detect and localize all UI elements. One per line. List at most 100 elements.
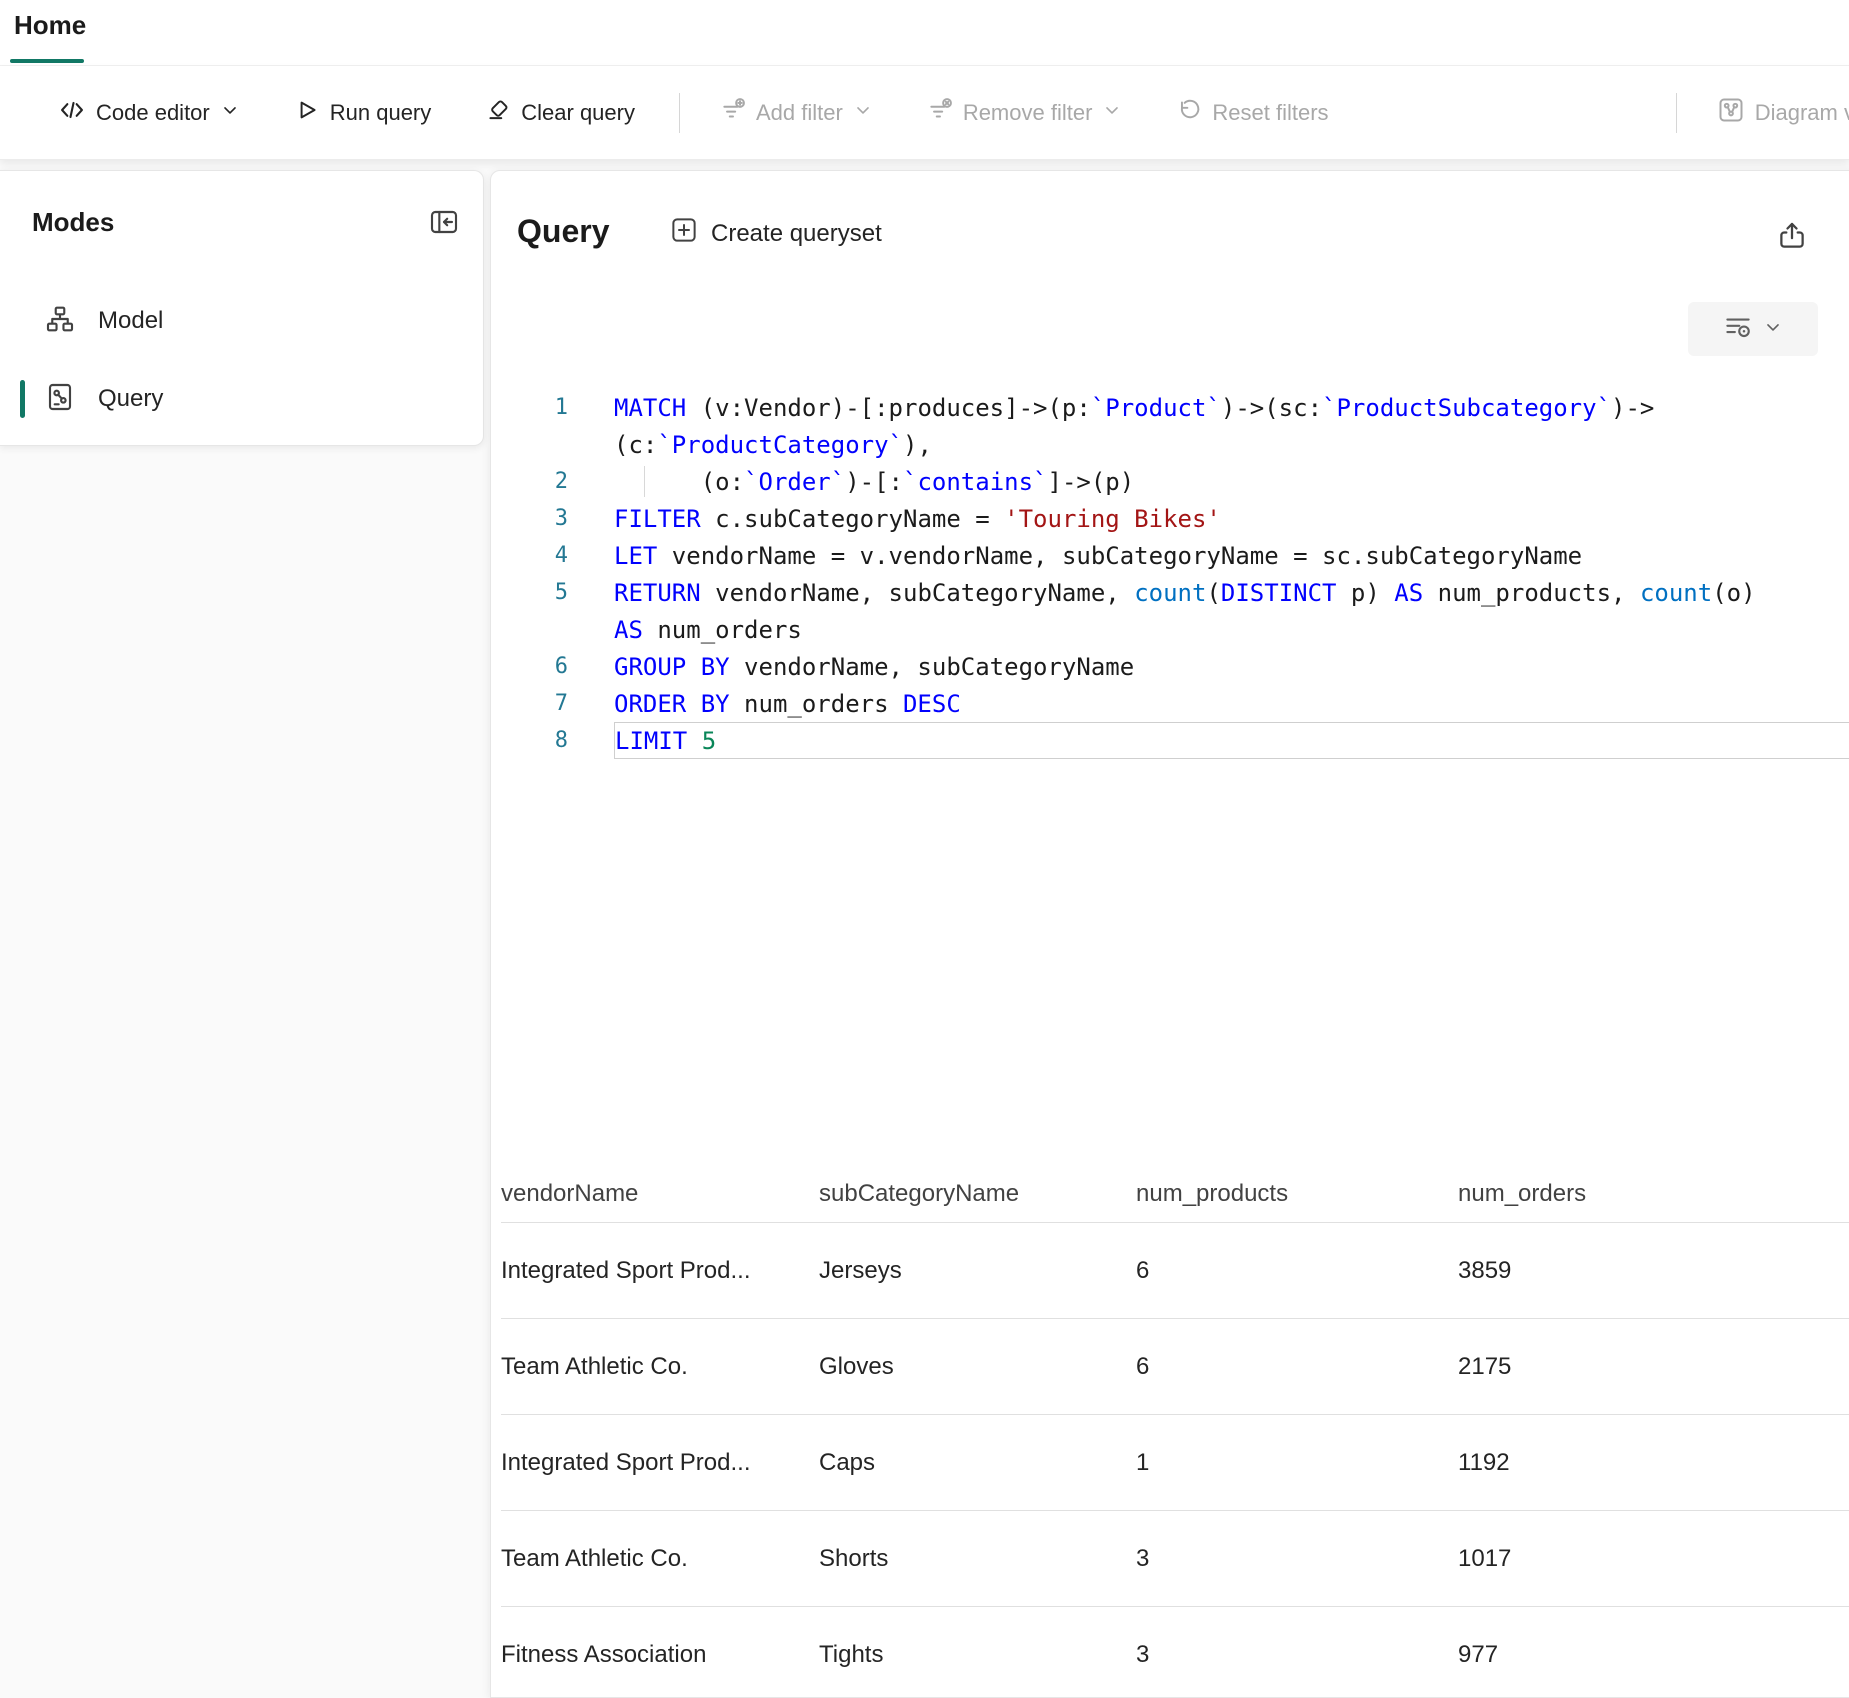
modes-panel-title: Modes (32, 207, 114, 238)
code-token: (v:Vendor)-[:produces]->(p: (686, 394, 1091, 422)
filter-settings-button[interactable] (1688, 302, 1818, 356)
table-row[interactable]: Team Athletic Co.Gloves62175 (501, 1319, 1849, 1415)
code-text[interactable]: LET vendorName = v.vendorName, subCatego… (614, 537, 1849, 574)
code-token: 'Touring Bikes' (1004, 505, 1221, 533)
chevron-down-icon (1102, 100, 1122, 126)
run-query-button[interactable]: Run query (278, 85, 448, 141)
code-icon (58, 96, 86, 130)
code-line[interactable]: 7ORDER BY num_orders DESC (491, 685, 1849, 722)
diagram-view-button[interactable]: Diagram view (1701, 84, 1849, 142)
indent-guide (644, 466, 645, 497)
reset-icon (1176, 97, 1202, 129)
code-line[interactable]: 6GROUP BY vendorName, subCategoryName (491, 648, 1849, 685)
code-token: MATCH (614, 394, 686, 422)
reset-filters-button[interactable]: Reset filters (1160, 85, 1344, 141)
table-cell: Fitness Association (501, 1641, 819, 1669)
table-row[interactable]: Integrated Sport Prod...Caps11192 (501, 1415, 1849, 1511)
line-number: 8 (491, 728, 614, 753)
table-row[interactable]: Integrated Sport Prod...Jerseys63859 (501, 1223, 1849, 1319)
code-line[interactable]: 1MATCH (v:Vendor)-[:produces]->(p:`Produ… (491, 389, 1849, 426)
table-cell: 2175 (1458, 1353, 1849, 1381)
code-text[interactable]: GROUP BY vendorName, subCategoryName (614, 648, 1849, 685)
line-number: 3 (491, 506, 614, 531)
code-text[interactable]: MATCH (v:Vendor)-[:produces]->(p: `Produc… (614, 389, 1849, 426)
sidebar-item-label: Model (98, 307, 163, 335)
code-token: num_orders (643, 616, 802, 644)
table-header-row: vendorNamesubCategoryNamenum_productsnum… (501, 1166, 1849, 1223)
chevron-down-icon (853, 100, 873, 126)
code-token: `ProductSubcategory` (1322, 394, 1611, 422)
toolbar-divider (679, 93, 680, 133)
table-row[interactable]: Team Athletic Co.Shorts31017 (501, 1511, 1849, 1607)
table-cell: Gloves (819, 1353, 1136, 1381)
code-text[interactable]: (c:`ProductCategory`), (614, 426, 1849, 463)
column-header: num_products (1136, 1180, 1458, 1208)
table-cell: Caps (819, 1449, 1136, 1477)
pop-out-icon[interactable] (1773, 217, 1811, 255)
code-token: vendorName, subCategoryName, (701, 579, 1134, 607)
table-row[interactable]: Fitness AssociationTights3977 (501, 1607, 1849, 1698)
create-queryset-button[interactable]: Create queryset (669, 215, 882, 252)
code-token: )-[: (845, 468, 903, 496)
collapse-pane-icon[interactable] (427, 205, 461, 239)
line-number: 4 (491, 543, 614, 568)
sidebar-item-model[interactable]: Model (0, 291, 475, 351)
code-editor[interactable]: 1MATCH (v:Vendor)-[:produces]->(p:`Produ… (491, 389, 1849, 759)
sidebar-item-query[interactable]: Query (0, 369, 475, 429)
table-cell: Jerseys (819, 1257, 1136, 1285)
code-line[interactable]: 3FILTER c.subCategoryName = 'Touring Bik… (491, 500, 1849, 537)
code-token: count (1134, 579, 1206, 607)
table-cell: 3 (1136, 1545, 1458, 1573)
code-line[interactable]: (c:`ProductCategory`), (491, 426, 1849, 463)
code-token: )->(sc: (1221, 394, 1322, 422)
selection-indicator (20, 380, 25, 418)
code-editor-button[interactable]: Code editor (42, 84, 256, 142)
code-token: ORDER BY (614, 690, 730, 718)
code-token: (c: (614, 431, 657, 459)
table-cell: Integrated Sport Prod... (501, 1257, 819, 1285)
code-line[interactable]: AS num_orders (491, 611, 1849, 648)
code-text[interactable]: ORDER BY num_orders DESC (614, 685, 1849, 722)
code-text[interactable]: AS num_orders (614, 611, 1849, 648)
code-token: AS (614, 616, 643, 644)
tab-home[interactable]: Home (14, 10, 86, 41)
eraser-icon (485, 97, 511, 129)
code-text[interactable]: LIMIT 5 (614, 722, 1849, 759)
ribbon-toolbar: Code editor Run query Clear query (0, 66, 1849, 160)
code-token: DESC (903, 690, 961, 718)
code-text[interactable]: FILTER c.subCategoryName = 'Touring Bike… (614, 500, 1849, 537)
code-text[interactable]: (o:`Order`)-[:`contains`]->(p) (614, 463, 1849, 500)
query-icon (0, 381, 76, 418)
code-token: )-> (1611, 394, 1654, 422)
code-token: ( (1206, 579, 1220, 607)
code-line[interactable]: 8LIMIT 5 (491, 722, 1849, 759)
code-token: vendorName, subCategoryName (730, 653, 1135, 681)
table-cell: 1192 (1458, 1449, 1849, 1477)
code-line[interactable]: 2 (o:`Order`)-[:`contains`]->(p) (491, 463, 1849, 500)
add-square-icon (669, 215, 699, 252)
clear-query-button[interactable]: Clear query (469, 85, 651, 141)
chevron-down-icon (1763, 317, 1783, 342)
table-cell: 6 (1136, 1353, 1458, 1381)
table-cell: Tights (819, 1641, 1136, 1669)
code-token: ), (903, 431, 932, 459)
code-token: num_products, (1423, 579, 1640, 607)
filter-remove-icon (927, 97, 953, 129)
add-filter-button[interactable]: Add filter (704, 85, 889, 141)
filter-add-icon (720, 97, 746, 129)
column-header: num_orders (1458, 1180, 1849, 1208)
code-token: `ProductCategory` (657, 431, 903, 459)
code-token: (o: (614, 468, 744, 496)
column-header: subCategoryName (819, 1180, 1136, 1208)
code-token: `contains` (903, 468, 1048, 496)
code-text[interactable]: RETURN vendorName, subCategoryName, coun… (614, 574, 1849, 611)
code-line[interactable]: 5RETURN vendorName, subCategoryName, cou… (491, 574, 1849, 611)
code-token: num_orders (730, 690, 903, 718)
chevron-down-icon (220, 100, 240, 126)
code-line[interactable]: 4LET vendorName = v.vendorName, subCateg… (491, 537, 1849, 574)
line-number: 6 (491, 654, 614, 679)
line-number: 2 (491, 469, 614, 494)
play-icon (294, 97, 320, 129)
tab-home-active-indicator (10, 59, 84, 63)
remove-filter-button[interactable]: Remove filter (911, 85, 1139, 141)
